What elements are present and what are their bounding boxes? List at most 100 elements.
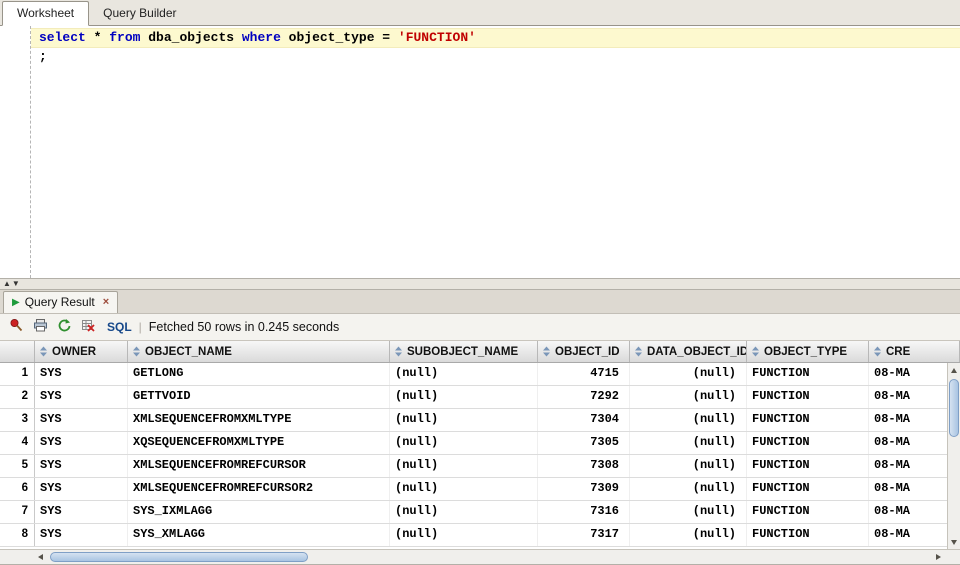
document-tab-bar: Worksheet Query Builder xyxy=(0,0,960,26)
refresh-icon xyxy=(57,318,72,336)
cell-object_type: FUNCTION xyxy=(747,432,869,454)
refresh-button[interactable] xyxy=(56,319,73,336)
cell-object_id: 7304 xyxy=(538,409,630,431)
close-icon[interactable]: × xyxy=(103,296,109,308)
cell-object_id: 4715 xyxy=(538,363,630,385)
tab-query-result[interactable]: ▶ Query Result × xyxy=(3,291,118,313)
pushpin-icon xyxy=(9,318,24,336)
cell-object_id: 7317 xyxy=(538,524,630,546)
sort-icon[interactable] xyxy=(751,346,760,357)
sql-token: 'FUNCTION' xyxy=(398,30,476,45)
cell-object_name: GETTVOID xyxy=(128,386,390,408)
sql-button[interactable]: SQL xyxy=(107,320,132,334)
cell-object_name: XQSEQUENCEFROMXMLTYPE xyxy=(128,432,390,454)
print-button[interactable] xyxy=(32,319,49,336)
column-header-object_type[interactable]: OBJECT_TYPE xyxy=(747,341,869,362)
grid-delete-icon xyxy=(81,318,96,336)
horizontal-scroll-thumb[interactable] xyxy=(50,552,308,562)
column-header-object_id[interactable]: OBJECT_ID xyxy=(538,341,630,362)
cell-subobject_name: (null) xyxy=(390,524,538,546)
scroll-left-button[interactable] xyxy=(33,550,48,564)
grid-body: 1SYSGETLONG(null)4715(null)FUNCTION08-MA… xyxy=(0,363,960,547)
cell-object_name: SYS_IXMLAGG xyxy=(128,501,390,523)
scroll-up-icon xyxy=(951,368,957,373)
sql-line-2: ; xyxy=(31,48,960,66)
play-icon: ▶ xyxy=(12,297,20,308)
splitter-collapse-up-icon[interactable]: ▲ xyxy=(3,279,11,289)
column-header-subobject_name[interactable]: SUBOBJECT_NAME xyxy=(390,341,538,362)
row-number: 8 xyxy=(0,524,35,546)
column-header-cre[interactable]: CRE xyxy=(869,341,960,362)
table-row[interactable]: 7SYSSYS_IXMLAGG(null)7316(null)FUNCTION0… xyxy=(0,501,960,524)
row-number: 6 xyxy=(0,478,35,500)
splitter-collapse-down-icon[interactable]: ▼ xyxy=(12,279,20,289)
cell-object_type: FUNCTION xyxy=(747,363,869,385)
cell-data_object_id: (null) xyxy=(630,386,747,408)
pin-button[interactable] xyxy=(8,319,25,336)
table-row[interactable]: 6SYSXMLSEQUENCEFROMREFCURSOR2(null)7309(… xyxy=(0,478,960,501)
column-header-label: OBJECT_TYPE xyxy=(764,346,847,358)
result-toolbar: SQL | Fetched 50 rows in 0.245 seconds xyxy=(0,314,960,341)
row-number: 2 xyxy=(0,386,35,408)
cell-owner: SYS xyxy=(35,524,128,546)
column-header-owner[interactable]: OWNER xyxy=(35,341,128,362)
sort-icon[interactable] xyxy=(542,346,551,357)
cell-data_object_id: (null) xyxy=(630,409,747,431)
table-row[interactable]: 4SYSXQSEQUENCEFROMXMLTYPE(null)7305(null… xyxy=(0,432,960,455)
table-row[interactable]: 1SYSGETLONG(null)4715(null)FUNCTION08-MA xyxy=(0,363,960,386)
panel-splitter[interactable]: ▲ ▼ xyxy=(0,278,960,290)
cell-owner: SYS xyxy=(35,386,128,408)
row-number: 3 xyxy=(0,409,35,431)
cell-object_id: 7305 xyxy=(538,432,630,454)
tab-worksheet-label: Worksheet xyxy=(17,6,74,20)
column-header-data_object_id[interactable]: DATA_OBJECT_ID xyxy=(630,341,747,362)
cell-subobject_name: (null) xyxy=(390,363,538,385)
scroll-right-button[interactable] xyxy=(931,550,946,564)
cell-data_object_id: (null) xyxy=(630,501,747,523)
editor-code-area[interactable]: select * from dba_objects where object_t… xyxy=(31,26,960,278)
clear-results-button[interactable] xyxy=(80,319,97,336)
sql-token: * xyxy=(86,30,109,45)
cell-data_object_id: (null) xyxy=(630,432,747,454)
result-grid: OWNER OBJECT_NAME SUBOBJECT_NAME OBJECT_ID D… xyxy=(0,341,960,549)
cell-object_id: 7308 xyxy=(538,455,630,477)
cell-owner: SYS xyxy=(35,363,128,385)
sql-editor[interactable]: select * from dba_objects where object_t… xyxy=(0,26,960,278)
cell-data_object_id: (null) xyxy=(630,455,747,477)
table-row[interactable]: 2SYSGETTVOID(null)7292(null)FUNCTION08-M… xyxy=(0,386,960,409)
cell-object_type: FUNCTION xyxy=(747,524,869,546)
table-row[interactable]: 3SYSXMLSEQUENCEFROMXMLTYPE(null)7304(nul… xyxy=(0,409,960,432)
cell-owner: SYS xyxy=(35,409,128,431)
row-number: 7 xyxy=(0,501,35,523)
column-header-object_name[interactable]: OBJECT_NAME xyxy=(128,341,390,362)
cell-object_type: FUNCTION xyxy=(747,409,869,431)
sort-icon[interactable] xyxy=(873,346,882,357)
cell-subobject_name: (null) xyxy=(390,409,538,431)
table-row[interactable]: 8SYSSYS_XMLAGG(null)7317(null)FUNCTION08… xyxy=(0,524,960,547)
toolbar-separator: | xyxy=(139,320,142,334)
column-header-label: OWNER xyxy=(52,346,96,358)
cell-subobject_name: (null) xyxy=(390,386,538,408)
cell-object_type: FUNCTION xyxy=(747,386,869,408)
scroll-up-button[interactable] xyxy=(948,363,960,377)
tab-query-result-label: Query Result xyxy=(25,295,95,309)
sort-icon[interactable] xyxy=(39,346,48,357)
vertical-scroll-thumb[interactable] xyxy=(949,379,959,437)
result-tab-bar: ▶ Query Result × xyxy=(0,290,960,314)
vertical-scrollbar[interactable] xyxy=(947,363,960,549)
tab-worksheet[interactable]: Worksheet xyxy=(2,1,89,26)
sort-icon[interactable] xyxy=(132,346,141,357)
table-row[interactable]: 5SYSXMLSEQUENCEFROMREFCURSOR(null)7308(n… xyxy=(0,455,960,478)
scroll-down-button[interactable] xyxy=(948,535,960,549)
column-header-label: OBJECT_ID xyxy=(555,346,620,358)
cell-object_name: SYS_XMLAGG xyxy=(128,524,390,546)
column-header-label: OBJECT_NAME xyxy=(145,346,232,358)
cell-data_object_id: (null) xyxy=(630,478,747,500)
sort-icon[interactable] xyxy=(394,346,403,357)
editor-gutter xyxy=(0,26,31,278)
sql-token: object_type = xyxy=(281,30,398,45)
horizontal-scrollbar[interactable] xyxy=(0,549,960,564)
sort-icon[interactable] xyxy=(634,346,643,357)
tab-query-builder[interactable]: Query Builder xyxy=(89,2,190,25)
cell-subobject_name: (null) xyxy=(390,478,538,500)
